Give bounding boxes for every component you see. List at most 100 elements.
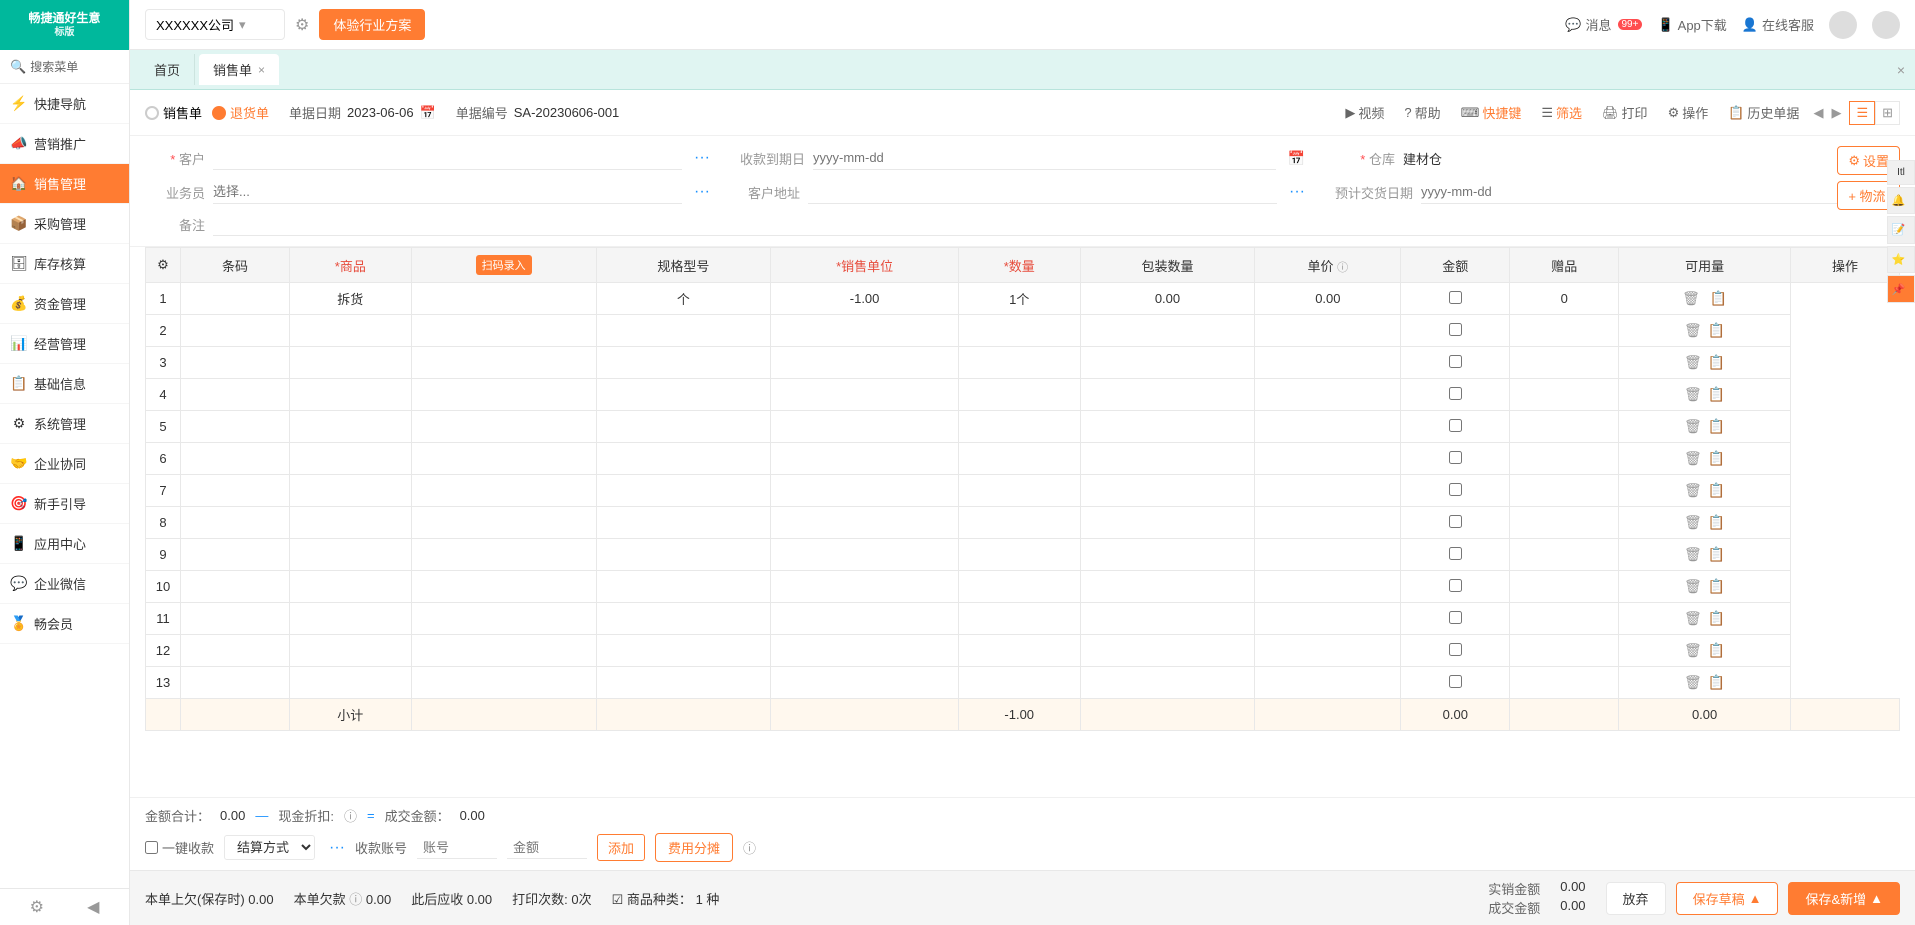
address-more-icon[interactable]: ··· <box>1289 183 1305 201</box>
row-qty[interactable]: -1.00 <box>771 283 959 315</box>
copy-row-icon[interactable]: 📋 <box>1708 354 1725 370</box>
warehouse-value[interactable]: 建材仓 <box>1403 149 1872 168</box>
delete-row-icon[interactable]: 🗑 <box>1684 354 1702 370</box>
due-date-input[interactable] <box>813 146 1276 170</box>
settlement-more-icon[interactable]: ··· <box>329 839 345 857</box>
user-avatar[interactable] <box>1829 11 1857 39</box>
add-payment-button[interactable]: 添加 <box>597 834 645 861</box>
expense-info-icon[interactable]: ⓘ <box>743 838 756 857</box>
salesperson-input[interactable] <box>213 180 682 204</box>
salesperson-more-icon[interactable]: ··· <box>694 183 710 201</box>
help-button[interactable]: ? 帮助 <box>1398 100 1446 125</box>
gift-checkbox[interactable] <box>1449 451 1462 464</box>
nav-right-icon[interactable]: ▶ <box>1831 105 1841 121</box>
copy-row-icon[interactable]: 📋 <box>1708 578 1725 594</box>
nav-left-icon[interactable]: ◀ <box>1813 105 1823 121</box>
date-value[interactable]: 2023-06-06 <box>347 105 414 120</box>
gift-checkbox[interactable] <box>1449 611 1462 624</box>
copy-row-icon[interactable]: 📋 <box>1708 674 1725 690</box>
gift-checkbox[interactable] <box>1449 387 1462 400</box>
gift-checkbox[interactable] <box>1449 355 1462 368</box>
info-circle-icon[interactable]: ⓘ <box>344 806 357 825</box>
app-download-button[interactable]: 📱 App下载 <box>1657 15 1726 34</box>
sidebar-settings-icon[interactable]: ⚙ <box>30 897 44 917</box>
filter-button[interactable]: ☰ 筛选 <box>1535 100 1588 125</box>
sidebar-collapse-icon[interactable]: ◀ <box>87 897 99 917</box>
tab-sales-order[interactable]: 销售单 × <box>199 54 279 85</box>
delete-row-icon[interactable]: 🗑 <box>1684 642 1702 658</box>
sidebar-item-inventory[interactable]: 🗄 库存核算 <box>0 244 129 284</box>
copy-row-icon[interactable]: 📋 <box>1708 482 1725 498</box>
delete-row-icon[interactable]: 🗑 <box>1684 610 1702 626</box>
abandon-button[interactable]: 放弃 <box>1606 882 1666 915</box>
payment-checkbox[interactable] <box>145 841 158 854</box>
sidebar-item-enterprise[interactable]: 🤝 企业协同 <box>0 444 129 484</box>
sidebar-item-apps[interactable]: 📱 应用中心 <box>0 524 129 564</box>
row-pack[interactable]: 1个 <box>958 283 1080 315</box>
gift-checkbox[interactable] <box>1449 419 1462 432</box>
th-scan[interactable]: 扫码录入 <box>411 248 596 283</box>
amount-input[interactable] <box>507 837 587 859</box>
sidebar-item-finance[interactable]: 💰 资金管理 <box>0 284 129 324</box>
sidebar-item-guide[interactable]: 🎯 新手引导 <box>0 484 129 524</box>
order-no-value[interactable]: SA-20230606-001 <box>514 105 620 120</box>
gift-checkbox[interactable] <box>1449 323 1462 336</box>
gift-checkbox[interactable] <box>1449 547 1462 560</box>
copy-row-icon[interactable]: 📋 <box>1708 546 1725 562</box>
trial-button[interactable]: 体验行业方案 <box>319 9 425 40</box>
rp-btn-1[interactable]: Itl <box>1887 160 1915 185</box>
due-date-calendar-icon[interactable]: 📅 <box>1288 150 1305 167</box>
row-amount[interactable]: 0.00 <box>1255 283 1401 315</box>
copy-row-icon[interactable]: 📋 <box>1708 322 1725 338</box>
row-product[interactable]: 拆货 <box>289 283 411 315</box>
th-settings[interactable]: ⚙ <box>146 248 181 283</box>
delete-row-icon[interactable]: 🗑 <box>1684 674 1702 690</box>
sidebar-item-quick-nav[interactable]: ⚡ 快捷导航 <box>0 84 129 124</box>
tab-close-right-icon[interactable]: × <box>1897 62 1905 78</box>
copy-row-icon[interactable]: 📋 <box>1708 642 1725 658</box>
gift-checkbox[interactable] <box>1449 643 1462 656</box>
user-avatar2[interactable] <box>1872 11 1900 39</box>
header-gear-icon[interactable]: ⚙ <box>295 15 309 35</box>
rp-btn-star[interactable]: ⭐ <box>1887 246 1915 273</box>
delete-row-icon[interactable]: 🗑 <box>1684 482 1702 498</box>
gift-checkbox[interactable] <box>1449 483 1462 496</box>
scan-button[interactable]: 扫码录入 <box>476 255 532 275</box>
gift-checkbox[interactable] <box>1449 291 1462 304</box>
view-grid-icon[interactable]: ⊞ <box>1875 101 1900 125</box>
notes-input[interactable] <box>213 212 1900 236</box>
delete-row-icon[interactable]: 🗑 <box>1684 386 1702 402</box>
delete-row-icon[interactable]: 🗑 <box>1682 290 1700 306</box>
sidebar-item-sales[interactable]: 🏠 销售管理 <box>0 164 129 204</box>
rp-btn-active[interactable]: 📌 <box>1887 275 1915 302</box>
sidebar-item-basics[interactable]: 📋 基础信息 <box>0 364 129 404</box>
tab-close-icon[interactable]: × <box>258 63 265 77</box>
info-icon-footer[interactable]: ⓘ <box>349 892 362 907</box>
ops-button[interactable]: ⚙ 操作 <box>1662 100 1715 125</box>
gift-checkbox[interactable] <box>1449 515 1462 528</box>
product-types-checkbox[interactable]: ☑ <box>612 892 624 907</box>
tab-home[interactable]: 首页 <box>140 54 195 85</box>
delete-row-icon[interactable]: 🗑 <box>1684 514 1702 530</box>
message-button[interactable]: 💬 消息 99+ <box>1565 15 1642 34</box>
sidebar-item-wecom[interactable]: 💬 企业微信 <box>0 564 129 604</box>
row-gift[interactable] <box>1401 283 1510 315</box>
calendar-icon[interactable]: 📅 <box>420 105 436 121</box>
row-spec[interactable] <box>411 283 596 315</box>
rp-btn-bell[interactable]: 🔔 <box>1887 187 1915 214</box>
shortcut-button[interactable]: ⌨ 快捷键 <box>1455 100 1528 125</box>
copy-row-icon[interactable]: 📋 <box>1708 418 1725 434</box>
copy-row-icon[interactable]: 📋 <box>1710 290 1727 306</box>
account-input[interactable] <box>417 837 497 859</box>
delete-row-icon[interactable]: 🗑 <box>1684 546 1702 562</box>
delete-row-icon[interactable]: 🗑 <box>1684 450 1702 466</box>
customer-service-button[interactable]: 👤 在线客服 <box>1742 15 1814 34</box>
row-unit[interactable]: 个 <box>596 283 771 315</box>
rp-btn-note[interactable]: 📝 <box>1887 216 1915 243</box>
address-input[interactable] <box>808 180 1277 204</box>
sidebar-item-marketing[interactable]: 📣 营销推广 <box>0 124 129 164</box>
customer-more-icon[interactable]: ··· <box>694 149 710 167</box>
sidebar-item-purchase[interactable]: 📦 采购管理 <box>0 204 129 244</box>
sidebar-item-member[interactable]: 🏅 畅会员 <box>0 604 129 644</box>
company-selector[interactable]: XXXXXX公司 ▾ <box>145 9 285 40</box>
